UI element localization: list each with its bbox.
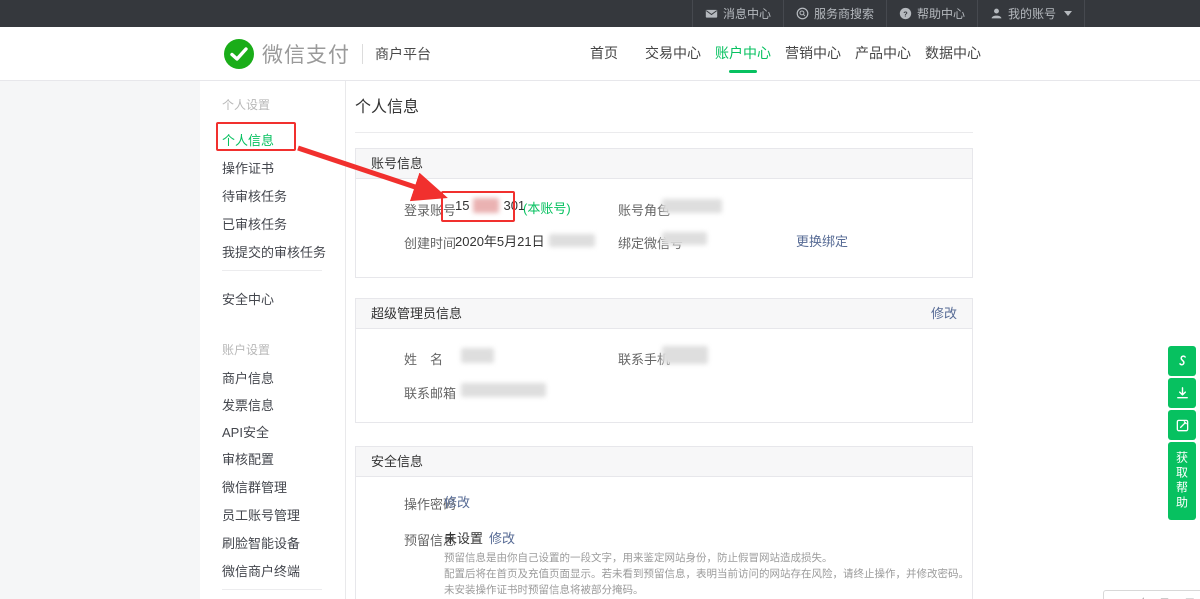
redacted-name: [461, 348, 494, 363]
topbar-help-center[interactable]: ? 帮助中心: [886, 0, 977, 27]
chevron-down-icon: [1064, 11, 1072, 16]
left-gutter: [0, 81, 200, 599]
floating-help-widget: 获取帮助: [1168, 346, 1196, 520]
super-admin-section: 超级管理员信息 修改 姓 名 联系手机 联系邮箱: [355, 298, 973, 423]
floating-feedback-button[interactable]: [1168, 410, 1196, 440]
sidebar-item-security-center[interactable]: 安全中心: [222, 289, 274, 308]
wechat-pay-logo-icon: [224, 39, 254, 69]
nav-marketing-center[interactable]: 营销中心: [785, 27, 841, 80]
sidebar-divider-bottom: [222, 589, 322, 590]
account-info-section: 账号信息 登录账号 15 301 (本账号) 账号角色 创建时间 2020年5月…: [355, 148, 973, 278]
header: 微信支付 商户平台 首页 交易中心 账户中心 营销中心 产品中心 数据中心: [0, 27, 1200, 81]
reserved-info-status: 未设置: [444, 528, 483, 547]
sidebar-item-face-smart-device[interactable]: 刷脸智能设备: [222, 533, 300, 552]
download-icon: [1175, 386, 1190, 401]
created-time-label: 创建时间: [404, 233, 456, 252]
topbar-help-label: 帮助中心: [917, 5, 965, 22]
redacted-created-time: [549, 234, 595, 247]
nav-product-center[interactable]: 产品中心: [855, 27, 911, 80]
topbar-my-account[interactable]: 我的账号: [977, 0, 1085, 27]
hook-link-icon: [1175, 354, 1190, 369]
brand-name: 微信支付: [262, 39, 350, 69]
login-number-suffix: 301: [503, 198, 525, 213]
floating-download-button[interactable]: [1168, 378, 1196, 408]
created-date-text: 2020年5月21日: [455, 231, 545, 250]
sidebar-item-personal-info[interactable]: 个人信息: [222, 130, 274, 149]
search-icon: [796, 7, 809, 20]
current-account-tag: (本账号): [523, 198, 571, 217]
name-label: 姓 名: [404, 349, 443, 368]
topbar-menu: 消息中心 服务商搜索 ? 帮助中心 我的账号: [692, 0, 1085, 27]
get-help-label: 获取帮助: [1174, 451, 1191, 511]
svg-text:?: ?: [903, 9, 908, 18]
redacted-email: [461, 383, 546, 397]
floating-hotline-button[interactable]: [1168, 346, 1196, 376]
nav-account-center[interactable]: 账户中心: [715, 27, 771, 80]
portal-name: 商户平台: [375, 44, 431, 64]
login-account-label: 登录账号: [404, 200, 456, 219]
message-icon: [705, 7, 718, 20]
help-icon: ?: [899, 7, 912, 20]
contact-email-label: 联系邮箱: [404, 383, 456, 402]
sidebar: 个人设置 个人信息 操作证书 待审核任务 已审核任务 我提交的审核任务 安全中心…: [200, 81, 346, 599]
description-line-1: 预留信息是由你自己设置的一段文字，用来鉴定网站身份，防止假冒网站造成损失。: [444, 550, 969, 566]
super-admin-header: 超级管理员信息 修改: [356, 299, 972, 329]
topbar-message-label: 消息中心: [723, 5, 771, 22]
sidebar-section-account-settings: 账户设置: [222, 341, 270, 358]
page-title: 个人信息: [355, 93, 419, 117]
nav-transaction-center[interactable]: 交易中心: [645, 27, 701, 80]
sidebar-item-wechat-merchant-terminal[interactable]: 微信商户终端: [222, 561, 300, 580]
reserved-modify-link[interactable]: 修改: [489, 528, 515, 547]
security-info-header: 安全信息: [356, 447, 972, 477]
password-modify-link[interactable]: 修改: [444, 492, 470, 511]
user-icon: [990, 7, 1003, 20]
logo-divider: [362, 44, 363, 64]
sidebar-item-my-submitted-tasks[interactable]: 我提交的审核任务: [222, 242, 326, 261]
wechat-pay-merchant-page: 消息中心 服务商搜索 ? 帮助中心 我的账号 微信支付 商户平台: [0, 0, 1200, 599]
sidebar-item-merchant-info[interactable]: 商户信息: [222, 368, 274, 387]
sidebar-divider: [222, 270, 322, 271]
sidebar-item-api-security[interactable]: API安全: [222, 422, 269, 441]
date-tooltip: 2020年5月22日: [1103, 590, 1200, 599]
edit-icon: [1175, 418, 1190, 433]
security-info-section: 安全信息 操作密码 修改 预留信息 未设置 修改 预留信息是由你自己设置的一段文…: [355, 446, 973, 599]
account-info-header: 账号信息: [356, 149, 972, 179]
topbar-message-center[interactable]: 消息中心: [692, 0, 783, 27]
topbar-account-label: 我的账号: [1008, 5, 1056, 22]
get-help-button[interactable]: 获取帮助: [1168, 442, 1196, 520]
redacted-wechat-id: [662, 232, 707, 245]
nav-home[interactable]: 首页: [590, 27, 618, 80]
sidebar-item-invoice-info[interactable]: 发票信息: [222, 395, 274, 414]
super-admin-modify-link[interactable]: 修改: [931, 299, 957, 328]
brand-logo[interactable]: 微信支付 商户平台: [224, 27, 431, 80]
login-number-prefix: 15: [455, 198, 469, 213]
sidebar-section-personal-settings: 个人设置: [222, 96, 270, 113]
topbar-provider-search[interactable]: 服务商搜索: [783, 0, 886, 27]
redacted-phone: [662, 346, 708, 364]
nav-data-center[interactable]: 数据中心: [925, 27, 981, 80]
sidebar-item-reviewed-tasks[interactable]: 已审核任务: [222, 214, 287, 233]
nav-account-center-label: 账户中心: [715, 45, 771, 61]
sidebar-item-wechat-group-management[interactable]: 微信群管理: [222, 477, 287, 496]
redacted-login-middle: [473, 198, 499, 213]
active-nav-underline: [729, 70, 757, 73]
rebind-link[interactable]: 更换绑定: [796, 231, 848, 250]
title-divider: [355, 132, 973, 133]
super-admin-title: 超级管理员信息: [371, 306, 462, 321]
description-line-3: 未安装操作证书时预留信息将被部分掩码。: [444, 582, 969, 598]
reserved-info-description: 预留信息是由你自己设置的一段文字，用来鉴定网站身份，防止假冒网站造成损失。 配置…: [444, 550, 969, 598]
sidebar-item-review-config[interactable]: 审核配置: [222, 449, 274, 468]
sidebar-item-pending-review-tasks[interactable]: 待审核任务: [222, 186, 287, 205]
main-nav: 首页 交易中心 账户中心 营销中心 产品中心 数据中心: [590, 27, 981, 80]
redacted-account-role: [662, 199, 722, 213]
created-time-value: 2020年5月21日: [455, 231, 595, 250]
topbar-search-label: 服务商搜索: [814, 5, 874, 22]
sidebar-item-staff-account-management[interactable]: 员工账号管理: [222, 505, 300, 524]
login-account-value: 15 301: [455, 198, 525, 213]
description-line-2: 配置后将在首页及充值页面显示。若未看到预留信息，表明当前访问的网站存在风险，请终…: [444, 566, 969, 582]
topbar: 消息中心 服务商搜索 ? 帮助中心 我的账号: [0, 0, 1200, 27]
sidebar-item-operation-certificate[interactable]: 操作证书: [222, 158, 274, 177]
